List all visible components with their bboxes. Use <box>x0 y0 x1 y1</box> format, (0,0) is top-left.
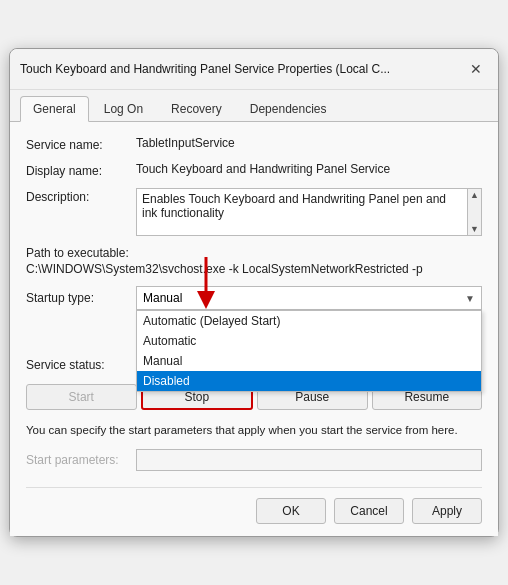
start-params-label: Start parameters: <box>26 453 136 467</box>
dropdown-option-auto-delayed[interactable]: Automatic (Delayed Start) <box>137 311 481 331</box>
startup-type-row: Startup type: Manual ▼ Automatic (Delaye… <box>26 286 482 310</box>
description-row: Description: Enables Touch Keyboard and … <box>26 188 482 236</box>
tab-dependencies[interactable]: Dependencies <box>237 96 340 121</box>
tab-recovery[interactable]: Recovery <box>158 96 235 121</box>
dropdown-option-auto[interactable]: Automatic <box>137 331 481 351</box>
service-name-value: TabletInputService <box>136 136 482 150</box>
startup-type-select[interactable]: Manual ▼ <box>136 286 482 310</box>
startup-type-label: Startup type: <box>26 291 136 305</box>
dropdown-option-manual[interactable]: Manual <box>137 351 481 371</box>
display-name-value: Touch Keyboard and Handwriting Panel Ser… <box>136 162 482 176</box>
display-name-row: Display name: Touch Keyboard and Handwri… <box>26 162 482 178</box>
dropdown-option-disabled[interactable]: Disabled <box>137 371 481 391</box>
scroll-down-icon[interactable]: ▼ <box>470 224 479 234</box>
startup-type-menu: Automatic (Delayed Start) Automatic Manu… <box>136 310 482 392</box>
dropdown-chevron-icon: ▼ <box>465 293 475 304</box>
apply-button[interactable]: Apply <box>412 498 482 524</box>
tab-bar: General Log On Recovery Dependencies <box>10 90 498 122</box>
close-button[interactable]: ✕ <box>464 57 488 81</box>
description-label: Description: <box>26 188 136 204</box>
properties-dialog: Touch Keyboard and Handwriting Panel Ser… <box>9 48 499 536</box>
start-params-row: Start parameters: <box>26 449 482 471</box>
cancel-button[interactable]: Cancel <box>334 498 404 524</box>
display-name-label: Display name: <box>26 162 136 178</box>
start-params-input[interactable] <box>136 449 482 471</box>
bottom-buttons: OK Cancel Apply <box>26 487 482 524</box>
start-button[interactable]: Start <box>26 384 137 410</box>
ok-button[interactable]: OK <box>256 498 326 524</box>
tab-general[interactable]: General <box>20 96 89 122</box>
tab-logon[interactable]: Log On <box>91 96 156 121</box>
startup-type-dropdown[interactable]: Manual ▼ Automatic (Delayed Start) Autom… <box>136 286 482 310</box>
description-box: Enables Touch Keyboard and Handwriting P… <box>136 188 482 236</box>
description-text: Enables Touch Keyboard and Handwriting P… <box>142 192 476 220</box>
scroll-up-icon[interactable]: ▲ <box>470 190 479 200</box>
hint-text: You can specify the start parameters tha… <box>26 422 482 438</box>
window-title: Touch Keyboard and Handwriting Panel Ser… <box>20 62 464 76</box>
startup-type-selected-value: Manual <box>143 291 182 305</box>
service-name-label: Service name: <box>26 136 136 152</box>
description-scrollbar[interactable]: ▲ ▼ <box>467 189 481 235</box>
service-name-row: Service name: TabletInputService <box>26 136 482 152</box>
service-status-label: Service status: <box>26 358 136 372</box>
title-bar: Touch Keyboard and Handwriting Panel Ser… <box>10 49 498 90</box>
red-arrow-indicator <box>196 252 256 315</box>
content-area: Service name: TabletInputService Display… <box>10 122 498 535</box>
